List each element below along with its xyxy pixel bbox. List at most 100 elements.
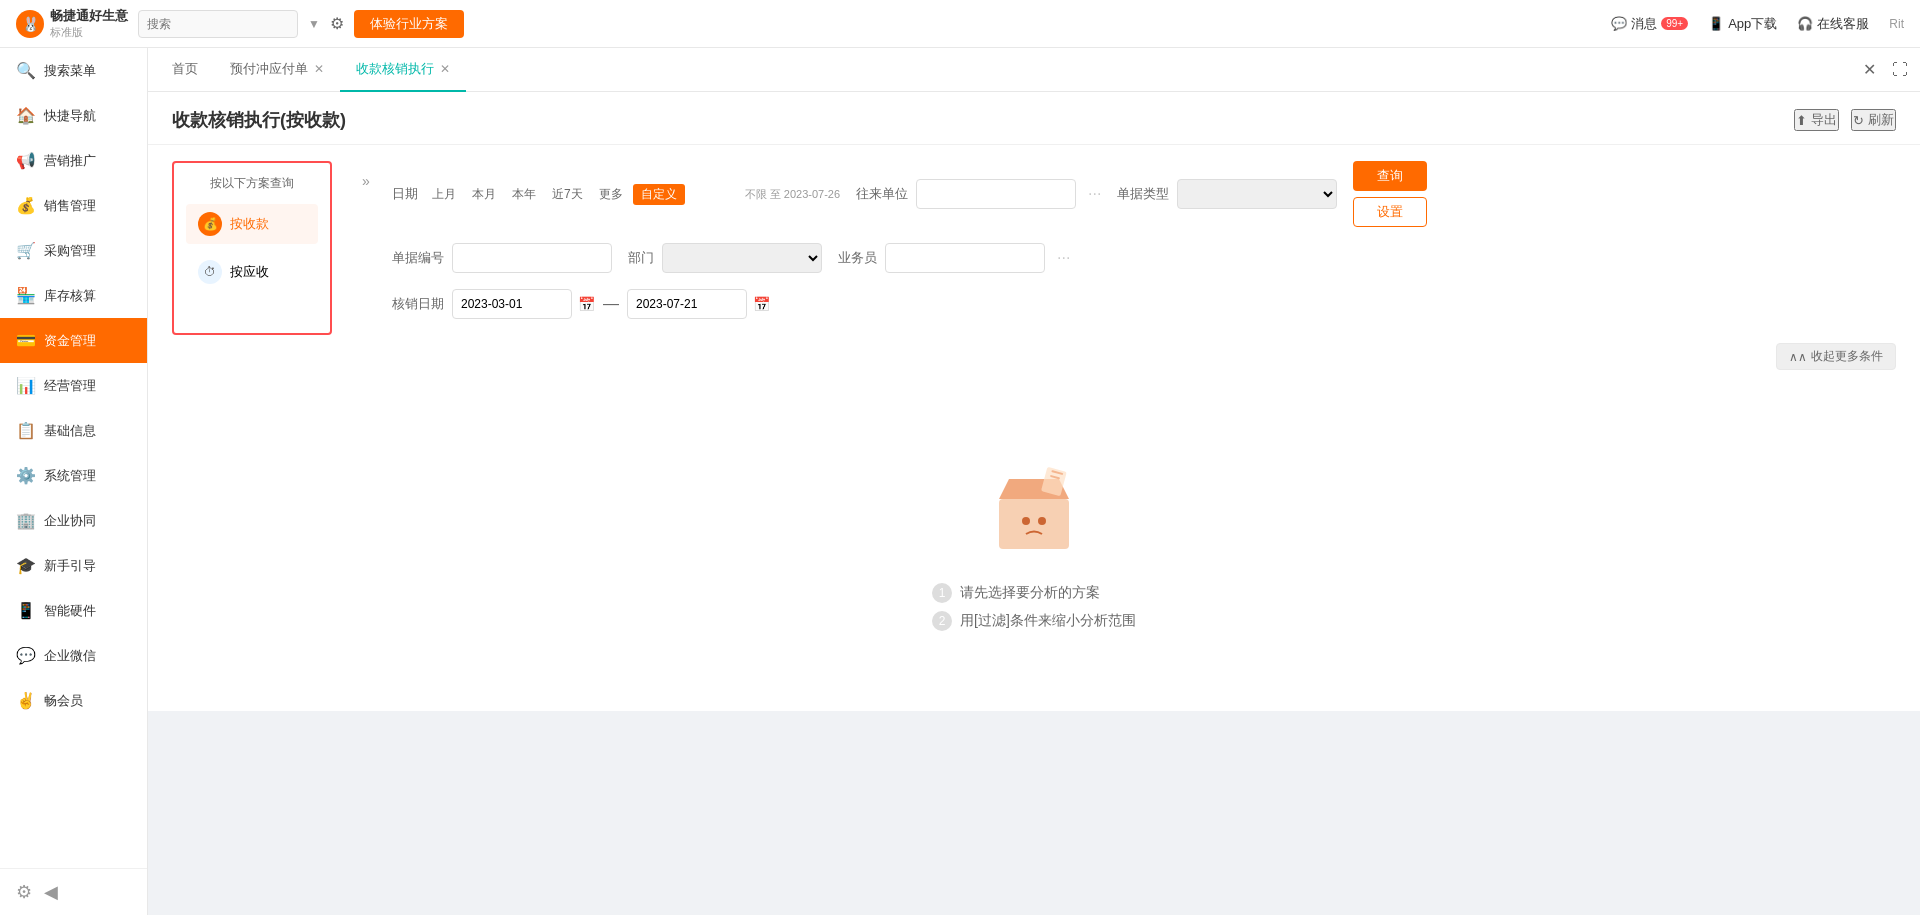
date-tab-custom[interactable]: 自定义 (633, 184, 685, 205)
date-tab-more[interactable]: 更多 (593, 184, 629, 205)
offset-date-filter: 核销日期 📅 — 📅 (392, 289, 770, 319)
sidebar-bottom: ⚙ ◀ (0, 868, 147, 915)
tab-home[interactable]: 首页 (156, 48, 214, 92)
tab-prepay-close-icon[interactable]: ✕ (314, 62, 324, 76)
topbar-search-input[interactable] (138, 10, 298, 38)
maximize-icon[interactable]: ⛶ (1888, 57, 1912, 83)
topbar-gear-icon[interactable]: ⚙ (330, 14, 344, 33)
sidebar-item-marketing[interactable]: 📢 营销推广 (0, 138, 147, 183)
message-button[interactable]: 💬 消息 99+ (1611, 15, 1688, 33)
sidebar-item-hardware[interactable]: 📱 智能硬件 (0, 588, 147, 633)
sidebar-item-inventory[interactable]: 🏪 库存核算 (0, 273, 147, 318)
query-button[interactable]: 查询 (1353, 161, 1427, 191)
tab-receipt-offset-label: 收款核销执行 (356, 60, 434, 78)
filter-right: 日期 上月 本月 本年 近7天 更多 自定义 不限 (392, 161, 1896, 335)
offset-date-end-calendar-icon[interactable]: 📅 (753, 296, 770, 312)
marketing-icon: 📢 (16, 151, 36, 170)
tab-bar: 首页 预付冲应付单 ✕ 收款核销执行 ✕ ✕ ⛶ (148, 48, 1920, 92)
date-tab-7days[interactable]: 近7天 (546, 184, 589, 205)
sidebar-item-enterprise[interactable]: 🏢 企业协同 (0, 498, 147, 543)
salesman-label: 业务员 (838, 249, 877, 267)
sidebar-item-purchase[interactable]: 🛒 采购管理 (0, 228, 147, 273)
export-icon: ⬆ (1796, 113, 1807, 128)
quick-nav-icon: 🏠 (16, 106, 36, 125)
sidebar-item-finance[interactable]: 💳 资金管理 (0, 318, 147, 363)
bill-no-label: 单据编号 (392, 249, 444, 267)
empty-tip-1: 1 请先选择要分析的方案 (932, 583, 1136, 603)
close-tab-icon[interactable]: ✕ (1859, 56, 1880, 83)
sidebar-label-inventory: 库存核算 (44, 287, 96, 305)
counterparty-label: 往来单位 (856, 185, 908, 203)
query-by-receipt[interactable]: 💰 按收款 (186, 204, 318, 244)
counterparty-input[interactable] (916, 179, 1076, 209)
base-info-icon: 📋 (16, 421, 36, 440)
offset-date-start-calendar-icon[interactable]: 📅 (578, 296, 595, 312)
wechat-icon: 💬 (16, 646, 36, 665)
export-button[interactable]: ⬆ 导出 (1794, 109, 1839, 131)
salesman-filter: 业务员 ··· (838, 243, 1070, 273)
offset-date-start-input[interactable] (452, 289, 572, 319)
counterparty-dots-icon[interactable]: ··· (1088, 185, 1101, 203)
collapse-more-icon: ∧∧ (1789, 350, 1807, 364)
sidebar-label-hardware: 智能硬件 (44, 602, 96, 620)
sidebar-item-wechat[interactable]: 💬 企业微信 (0, 633, 147, 678)
date-tab-last-month[interactable]: 上月 (426, 184, 462, 205)
bill-no-input[interactable] (452, 243, 612, 273)
user-name[interactable]: Rit (1889, 17, 1904, 31)
empty-illustration (974, 459, 1094, 559)
sidebar-item-quick-nav[interactable]: 🏠 快捷导航 (0, 93, 147, 138)
export-label: 导出 (1811, 111, 1837, 129)
salesman-dots-icon[interactable]: ··· (1057, 249, 1070, 267)
main-layout: 🔍 搜索菜单 🏠 快捷导航 📢 营销推广 💰 销售管理 🛒 采购管理 🏪 库存核… (0, 48, 1920, 915)
bill-type-label: 单据类型 (1117, 185, 1169, 203)
tip-1-text: 请先选择要分析的方案 (960, 584, 1100, 602)
guide-icon: 🎓 (16, 556, 36, 575)
date-range-hint: 不限 至 2023-07-26 (745, 187, 840, 202)
sidebar-item-member[interactable]: ✌️ 畅会员 (0, 678, 147, 723)
enterprise-icon: 🏢 (16, 511, 36, 530)
sidebar-item-sales[interactable]: 💰 销售管理 (0, 183, 147, 228)
sidebar-item-operation[interactable]: 📊 经营管理 (0, 363, 147, 408)
online-service-button[interactable]: 🎧 在线客服 (1797, 15, 1869, 33)
tab-bar-right: ✕ ⛶ (1859, 56, 1912, 83)
settings-button[interactable]: 设置 (1353, 197, 1427, 227)
app-download-button[interactable]: 📱 App下载 (1708, 15, 1777, 33)
refresh-button[interactable]: ↻ 刷新 (1851, 109, 1896, 131)
message-badge: 99+ (1661, 17, 1688, 30)
tab-prepay[interactable]: 预付冲应付单 ✕ (214, 48, 340, 92)
sidebar-label-enterprise: 企业协同 (44, 512, 96, 530)
collapse-panel-button[interactable]: » (356, 173, 376, 189)
topbar-dropdown-arrow[interactable]: ▼ (308, 17, 320, 31)
collapse-more-button[interactable]: ∧∧ 收起更多条件 (1776, 343, 1896, 370)
filter-row-2: 单据编号 部门 业务员 (392, 243, 1896, 273)
tab-receipt-offset-close-icon[interactable]: ✕ (440, 62, 450, 76)
content-area: 首页 预付冲应付单 ✕ 收款核销执行 ✕ ✕ ⛶ 收款核销执行(按收款) (148, 48, 1920, 915)
tab-home-label: 首页 (172, 60, 198, 78)
app-icon: 📱 (1708, 16, 1724, 31)
sidebar-item-guide[interactable]: 🎓 新手引导 (0, 543, 147, 588)
offset-date-end-input[interactable] (627, 289, 747, 319)
bill-type-select[interactable] (1177, 179, 1337, 209)
sidebar-item-system[interactable]: ⚙️ 系统管理 (0, 453, 147, 498)
dept-select[interactable] (662, 243, 822, 273)
query-by-receivable[interactable]: ⏱ 按应收 (186, 252, 318, 292)
finance-icon: 💳 (16, 331, 36, 350)
industry-solution-button[interactable]: 体验行业方案 (354, 10, 464, 38)
hardware-icon: 📱 (16, 601, 36, 620)
collapse-sidebar-icon[interactable]: ◀ (44, 881, 58, 903)
query-type-panel: 按以下方案查询 💰 按收款 ⏱ 按应收 (172, 161, 332, 335)
date-tab-this-month[interactable]: 本月 (466, 184, 502, 205)
filter-section: 按以下方案查询 💰 按收款 ⏱ 按应收 » (148, 145, 1920, 335)
date-tab-this-year[interactable]: 本年 (506, 184, 542, 205)
tab-receipt-offset[interactable]: 收款核销执行 ✕ (340, 48, 466, 92)
bill-type-filter: 单据类型 (1117, 179, 1337, 209)
sales-icon: 💰 (16, 196, 36, 215)
sidebar-item-search-menu[interactable]: 🔍 搜索菜单 (0, 48, 147, 93)
page-title: 收款核销执行(按收款) (172, 108, 346, 132)
message-label: 消息 (1631, 15, 1657, 33)
page-body: 收款核销执行(按收款) ⬆ 导出 ↻ 刷新 (148, 92, 1920, 915)
sidebar-item-base-info[interactable]: 📋 基础信息 (0, 408, 147, 453)
salesman-input[interactable] (885, 243, 1045, 273)
page-header: 收款核销执行(按收款) ⬆ 导出 ↻ 刷新 (148, 92, 1920, 145)
settings-icon[interactable]: ⚙ (16, 881, 32, 903)
